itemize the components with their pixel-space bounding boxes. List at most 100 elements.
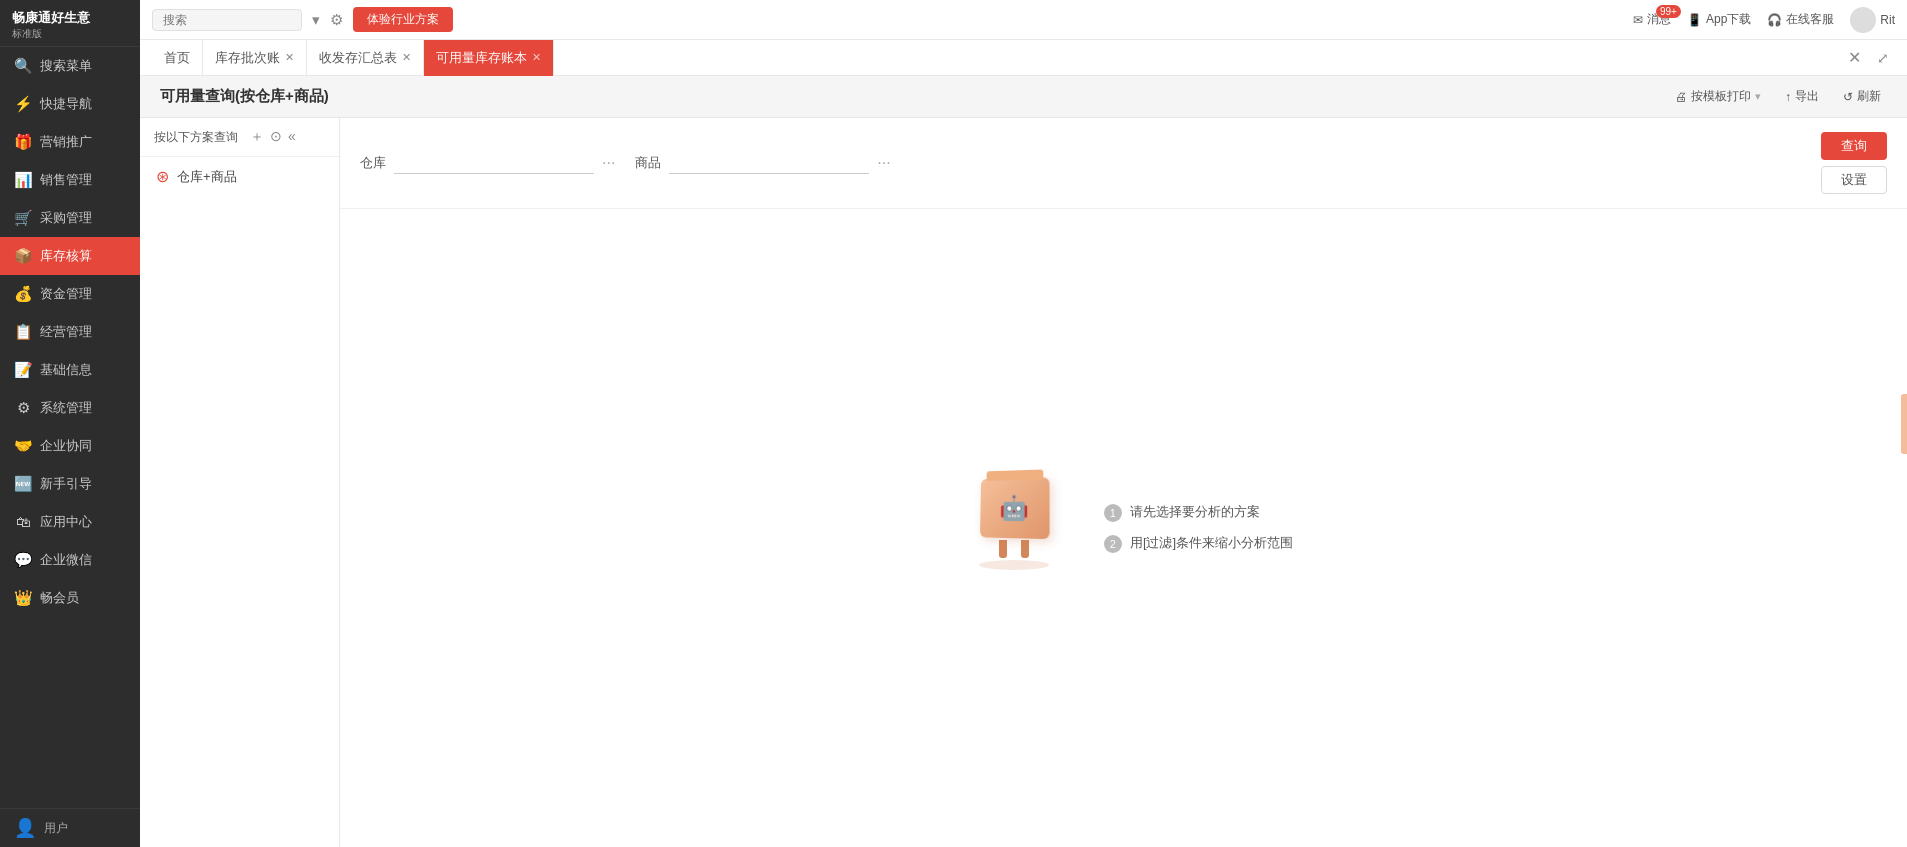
topbar-right: ✉ 消息 99+ 📱 App下载 🎧 在线客服 Rit [1633, 7, 1895, 33]
tab-batch[interactable]: 库存批次账 ✕ [203, 40, 307, 76]
sidebar-item-inventory[interactable]: 📦 库存核算 [0, 237, 140, 275]
refresh-label: 刷新 [1857, 88, 1881, 105]
empty-tip-1: 1 请先选择要分析的方案 [1104, 503, 1293, 522]
sidebar-item-sales[interactable]: 📊 销售管理 [0, 161, 140, 199]
refresh-btn[interactable]: ↺ 刷新 [1837, 86, 1887, 107]
user-profile-btn[interactable]: Rit [1850, 7, 1895, 33]
app-name: 畅康通好生意 [12, 10, 128, 27]
tabs-bar-right: ✕ ⤢ [1842, 46, 1895, 69]
sidebar-item-newuser[interactable]: 🆕 新手引导 [0, 465, 140, 503]
sidebar: 畅康通好生意 标准版 🔍 搜索菜单 ⚡ 快捷导航 🎁 营销推广 📊 销售管理 🛒… [0, 0, 140, 847]
sidebar-item-marketing[interactable]: 🎁 营销推广 [0, 123, 140, 161]
empty-tip-2: 2 用[过滤]条件来缩小分析范围 [1104, 534, 1293, 553]
sidebar-item-wechat[interactable]: 💬 企业微信 [0, 541, 140, 579]
app-download-btn[interactable]: 📱 App下载 [1687, 11, 1751, 28]
scroll-edge-indicator [1901, 394, 1907, 454]
sidebar-icon-finance: 💰 [14, 285, 32, 303]
online-service-btn[interactable]: 🎧 在线客服 [1767, 11, 1834, 28]
sidebar-item-operations[interactable]: 📋 经营管理 [0, 313, 140, 351]
sidebar-label-basic: 基础信息 [40, 361, 92, 379]
sidebar-item-search[interactable]: 🔍 搜索菜单 [0, 47, 140, 85]
sidebar-item-purchase[interactable]: 🛒 采购管理 [0, 199, 140, 237]
empty-illustration: 🤖 [954, 468, 1074, 588]
tab-label-batch: 库存批次账 [215, 49, 280, 67]
page-content: 可用量查询(按仓库+商品) 🖨 按模板打印 ▾ ↑ 导出 ↺ 刷新 [140, 76, 1907, 847]
sidebar-bottom: 👤 用户 [0, 808, 140, 847]
message-btn[interactable]: ✉ 消息 99+ [1633, 11, 1671, 28]
sidebar-item-member[interactable]: 👑 畅会员 [0, 579, 140, 617]
print-btn[interactable]: 🖨 按模板打印 ▾ [1669, 86, 1767, 107]
filter-header-icons: ＋ ⊙ « [250, 128, 296, 146]
user-avatar: 👤 [14, 817, 36, 839]
product-dots-btn[interactable]: ··· [877, 154, 890, 172]
app-download-label: App下载 [1706, 11, 1751, 28]
tab-close-batch[interactable]: ✕ [285, 51, 294, 64]
refresh-icon: ↺ [1843, 90, 1853, 104]
app-download-icon: 📱 [1687, 13, 1702, 27]
sidebar-item-quicknav[interactable]: ⚡ 快捷导航 [0, 85, 140, 123]
filter-item-icon: ⊛ [156, 167, 169, 186]
sidebar-icon-system: ⚙ [14, 399, 32, 417]
page-title: 可用量查询(按仓库+商品) [160, 87, 329, 106]
warehouse-label: 仓库 [360, 154, 386, 172]
search-input[interactable] [152, 9, 302, 31]
sidebar-label-member: 畅会员 [40, 589, 79, 607]
settings-btn[interactable]: 设置 [1821, 166, 1887, 194]
user-avatar-top [1850, 7, 1876, 33]
query-btn[interactable]: 查询 [1821, 132, 1887, 160]
industry-button[interactable]: 体验行业方案 [353, 7, 453, 32]
sidebar-icon-basic: 📝 [14, 361, 32, 379]
query-actions: 查询 设置 [1821, 132, 1887, 194]
empty-state: 🤖 1 请先选择要分析的 [340, 209, 1907, 847]
tip2-num: 2 [1104, 535, 1122, 553]
sidebar-icon-operations: 📋 [14, 323, 32, 341]
sidebar-item-finance[interactable]: 💰 资金管理 [0, 275, 140, 313]
filter-panel: 按以下方案查询 ＋ ⊙ « ⊛ 仓库+商品 [140, 118, 340, 847]
print-dropdown-icon[interactable]: ▾ [1755, 90, 1761, 103]
tab-close-all-btn[interactable]: ✕ [1842, 46, 1867, 69]
sidebar-label-quicknav: 快捷导航 [40, 95, 92, 113]
tabs-bar: 首页库存批次账✕收发存汇总表✕可用量库存账本✕ ✕ ⤢ [140, 40, 1907, 76]
robot-shadow [979, 560, 1049, 570]
filter-collapse-icon[interactable]: « [288, 128, 296, 146]
tab-expand-btn[interactable]: ⤢ [1871, 48, 1895, 68]
sidebar-item-apps[interactable]: 🛍 应用中心 [0, 503, 140, 541]
warehouse-dots-btn[interactable]: ··· [602, 154, 615, 172]
sidebar-item-collab[interactable]: 🤝 企业协同 [0, 427, 140, 465]
sidebar-icon-wechat: 💬 [14, 551, 32, 569]
robot-face: 🤖 [999, 494, 1029, 522]
tab-home[interactable]: 首页 [152, 40, 203, 76]
tab-close-summary[interactable]: ✕ [402, 51, 411, 64]
headset-icon: 🎧 [1767, 13, 1782, 27]
tab-available[interactable]: 可用量库存账本 ✕ [424, 40, 554, 76]
sidebar-icon-collab: 🤝 [14, 437, 32, 455]
sidebar-icon-newuser: 🆕 [14, 475, 32, 493]
robot-legs [999, 540, 1029, 558]
sidebar-label-purchase: 采购管理 [40, 209, 92, 227]
topbar-gear-icon[interactable]: ⚙ [330, 11, 343, 29]
tab-summary[interactable]: 收发存汇总表✕ [307, 40, 424, 76]
empty-text: 1 请先选择要分析的方案 2 用[过滤]条件来缩小分析范围 [1104, 503, 1293, 553]
product-input[interactable] [669, 152, 869, 174]
sidebar-label-finance: 资金管理 [40, 285, 92, 303]
tip1-text: 请先选择要分析的方案 [1130, 503, 1260, 521]
page-header: 可用量查询(按仓库+商品) 🖨 按模板打印 ▾ ↑ 导出 ↺ 刷新 [140, 76, 1907, 118]
content-body: 按以下方案查询 ＋ ⊙ « ⊛ 仓库+商品 仓库 ··· [140, 118, 1907, 847]
sidebar-icon-quicknav: ⚡ [14, 95, 32, 113]
sidebar-label-search: 搜索菜单 [40, 57, 92, 75]
filter-item-仓库+商品[interactable]: ⊛ 仓库+商品 [140, 157, 339, 196]
topbar-dropdown[interactable]: ▾ [312, 11, 320, 29]
warehouse-field-group: 仓库 ··· [360, 152, 615, 174]
tab-close-available[interactable]: ✕ [532, 51, 541, 64]
product-label: 商品 [635, 154, 661, 172]
export-btn[interactable]: ↑ 导出 [1779, 86, 1825, 107]
app-logo: 畅康通好生意 标准版 [0, 0, 140, 47]
filter-settings-icon[interactable]: ⊙ [270, 128, 282, 146]
sidebar-label-inventory: 库存核算 [40, 247, 92, 265]
sidebar-label-operations: 经营管理 [40, 323, 92, 341]
sidebar-item-system[interactable]: ⚙ 系统管理 [0, 389, 140, 427]
filter-add-icon[interactable]: ＋ [250, 128, 264, 146]
sidebar-item-basic[interactable]: 📝 基础信息 [0, 351, 140, 389]
tab-label-available: 可用量库存账本 [436, 49, 527, 67]
warehouse-input[interactable] [394, 152, 594, 174]
